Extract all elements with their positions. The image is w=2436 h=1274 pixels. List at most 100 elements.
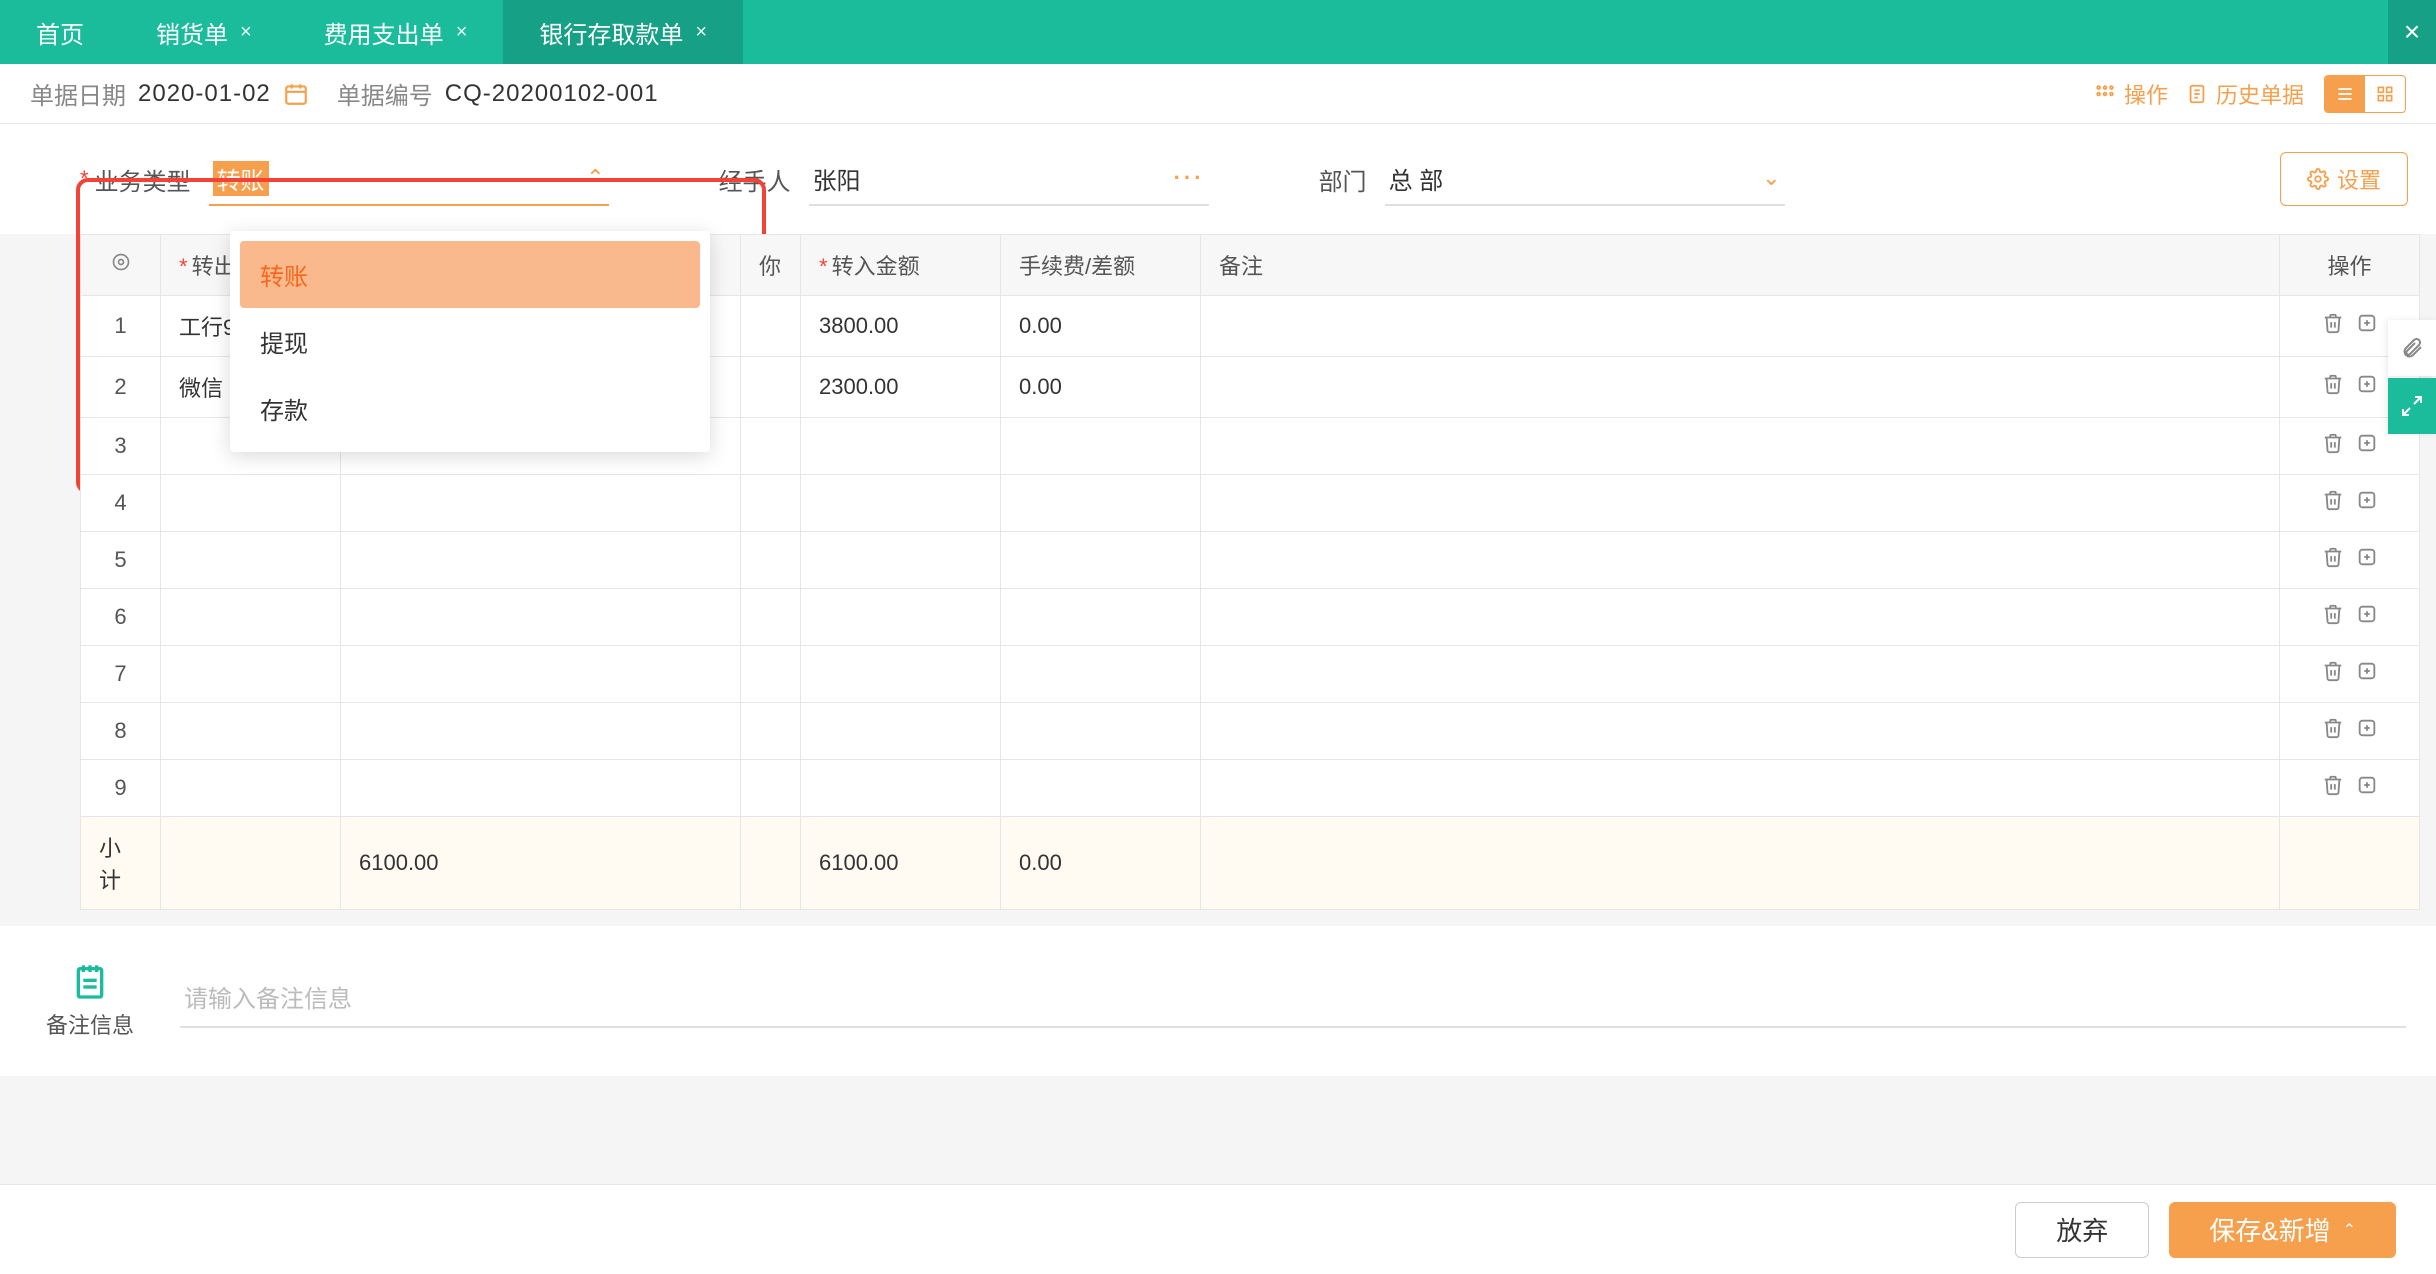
cell-fee[interactable] xyxy=(1001,703,1201,760)
insert-row-button[interactable] xyxy=(2350,491,2384,516)
cell-out-account[interactable] xyxy=(161,475,341,532)
delete-row-button[interactable] xyxy=(2316,314,2350,339)
cell-fee[interactable]: 0.00 xyxy=(1001,357,1201,418)
col-fee[interactable]: 手续费/差额 xyxy=(1001,235,1201,296)
cell-suffix[interactable] xyxy=(741,296,801,357)
cell-remark[interactable] xyxy=(1201,703,2280,760)
cell-out-account[interactable] xyxy=(161,703,341,760)
cell-suffix[interactable] xyxy=(741,418,801,475)
dropdown-option-transfer[interactable]: 转账 xyxy=(240,241,700,308)
cell-hidden[interactable] xyxy=(341,589,741,646)
insert-row-button[interactable] xyxy=(2350,719,2384,744)
cell-in-amount[interactable] xyxy=(801,703,1001,760)
cell-remark[interactable] xyxy=(1201,646,2280,703)
cell-out-account[interactable] xyxy=(161,760,341,817)
save-and-new-button[interactable]: 保存&新增 ⌃ xyxy=(2169,1202,2396,1258)
close-icon[interactable]: × xyxy=(695,21,707,44)
insert-row-button[interactable] xyxy=(2350,375,2384,400)
col-action[interactable]: 操作 xyxy=(2280,235,2420,296)
close-panel-button[interactable]: × xyxy=(2388,0,2436,64)
delete-row-button[interactable] xyxy=(2316,375,2350,400)
tab-expense[interactable]: 费用支出单 × xyxy=(288,0,504,64)
delete-row-button[interactable] xyxy=(2316,605,2350,630)
col-suffix[interactable]: 你 xyxy=(741,235,801,296)
cell-in-amount[interactable] xyxy=(801,475,1001,532)
cell-suffix[interactable] xyxy=(741,532,801,589)
cell-out-account[interactable] xyxy=(161,532,341,589)
cell-out-account[interactable] xyxy=(161,589,341,646)
dropdown-option-deposit[interactable]: 存款 xyxy=(240,375,700,442)
cell-fee[interactable] xyxy=(1001,646,1201,703)
table-settings-header[interactable] xyxy=(81,235,161,296)
col-in-amount[interactable]: *转入金额 xyxy=(801,235,1001,296)
handler-select[interactable]: 张阳 ··· xyxy=(809,153,1209,206)
cell-in-amount[interactable] xyxy=(801,532,1001,589)
tab-home[interactable]: 首页 xyxy=(0,0,120,64)
delete-row-button[interactable] xyxy=(2316,548,2350,573)
cell-fee[interactable] xyxy=(1001,760,1201,817)
cell-hidden[interactable] xyxy=(341,760,741,817)
biz-type-select[interactable]: 转账 ⌃ xyxy=(209,153,609,206)
cell-in-amount[interactable] xyxy=(801,760,1001,817)
table-row[interactable]: 8 xyxy=(81,703,2420,760)
cell-fee[interactable] xyxy=(1001,589,1201,646)
cell-remark[interactable] xyxy=(1201,589,2280,646)
cell-hidden[interactable] xyxy=(341,475,741,532)
insert-row-button[interactable] xyxy=(2350,776,2384,801)
cell-hidden[interactable] xyxy=(341,703,741,760)
cell-fee[interactable] xyxy=(1001,532,1201,589)
cell-out-account[interactable] xyxy=(161,646,341,703)
delete-row-button[interactable] xyxy=(2316,491,2350,516)
cell-suffix[interactable] xyxy=(741,589,801,646)
view-grid-button[interactable] xyxy=(2365,76,2405,112)
insert-row-button[interactable] xyxy=(2350,662,2384,687)
table-row[interactable]: 4 xyxy=(81,475,2420,532)
insert-row-button[interactable] xyxy=(2350,434,2384,459)
delete-row-button[interactable] xyxy=(2316,776,2350,801)
close-icon[interactable]: × xyxy=(456,21,468,44)
cell-suffix[interactable] xyxy=(741,475,801,532)
cell-hidden[interactable] xyxy=(341,532,741,589)
tab-sales-order[interactable]: 销货单 × xyxy=(120,0,288,64)
cell-in-amount[interactable]: 3800.00 xyxy=(801,296,1001,357)
calendar-icon[interactable] xyxy=(283,81,309,107)
cell-suffix[interactable] xyxy=(741,357,801,418)
insert-row-button[interactable] xyxy=(2350,605,2384,630)
side-attach-button[interactable] xyxy=(2388,320,2436,376)
dept-select[interactable]: 总 部 ⌄ xyxy=(1385,153,1785,206)
delete-row-button[interactable] xyxy=(2316,719,2350,744)
cancel-button[interactable]: 放弃 xyxy=(2015,1202,2149,1258)
cell-in-amount[interactable] xyxy=(801,418,1001,475)
cell-in-amount[interactable] xyxy=(801,646,1001,703)
table-row[interactable]: 7 xyxy=(81,646,2420,703)
cell-remark[interactable] xyxy=(1201,418,2280,475)
cell-remark[interactable] xyxy=(1201,296,2280,357)
tab-bank-transfer[interactable]: 银行存取款单 × xyxy=(503,0,743,64)
cell-remark[interactable] xyxy=(1201,357,2280,418)
table-row[interactable]: 6 xyxy=(81,589,2420,646)
cell-in-amount[interactable]: 2300.00 xyxy=(801,357,1001,418)
table-row[interactable]: 5 xyxy=(81,532,2420,589)
cell-suffix[interactable] xyxy=(741,646,801,703)
cell-in-amount[interactable] xyxy=(801,589,1001,646)
cell-fee[interactable] xyxy=(1001,418,1201,475)
delete-row-button[interactable] xyxy=(2316,662,2350,687)
date-value[interactable]: 2020-01-02 xyxy=(138,80,271,108)
close-icon[interactable]: × xyxy=(240,21,252,44)
remark-input[interactable] xyxy=(180,974,2406,1028)
cell-fee[interactable] xyxy=(1001,475,1201,532)
dropdown-option-withdraw[interactable]: 提现 xyxy=(240,308,700,375)
cell-remark[interactable] xyxy=(1201,475,2280,532)
cell-remark[interactable] xyxy=(1201,760,2280,817)
side-expand-button[interactable] xyxy=(2388,378,2436,434)
cell-suffix[interactable] xyxy=(741,703,801,760)
operate-button[interactable]: 操作 xyxy=(2094,78,2168,110)
cell-hidden[interactable] xyxy=(341,646,741,703)
cell-suffix[interactable] xyxy=(741,760,801,817)
insert-row-button[interactable] xyxy=(2350,314,2384,339)
cell-fee[interactable]: 0.00 xyxy=(1001,296,1201,357)
history-button[interactable]: 历史单据 xyxy=(2186,78,2304,110)
insert-row-button[interactable] xyxy=(2350,548,2384,573)
settings-button[interactable]: 设置 xyxy=(2280,152,2408,206)
view-list-button[interactable] xyxy=(2325,76,2365,112)
